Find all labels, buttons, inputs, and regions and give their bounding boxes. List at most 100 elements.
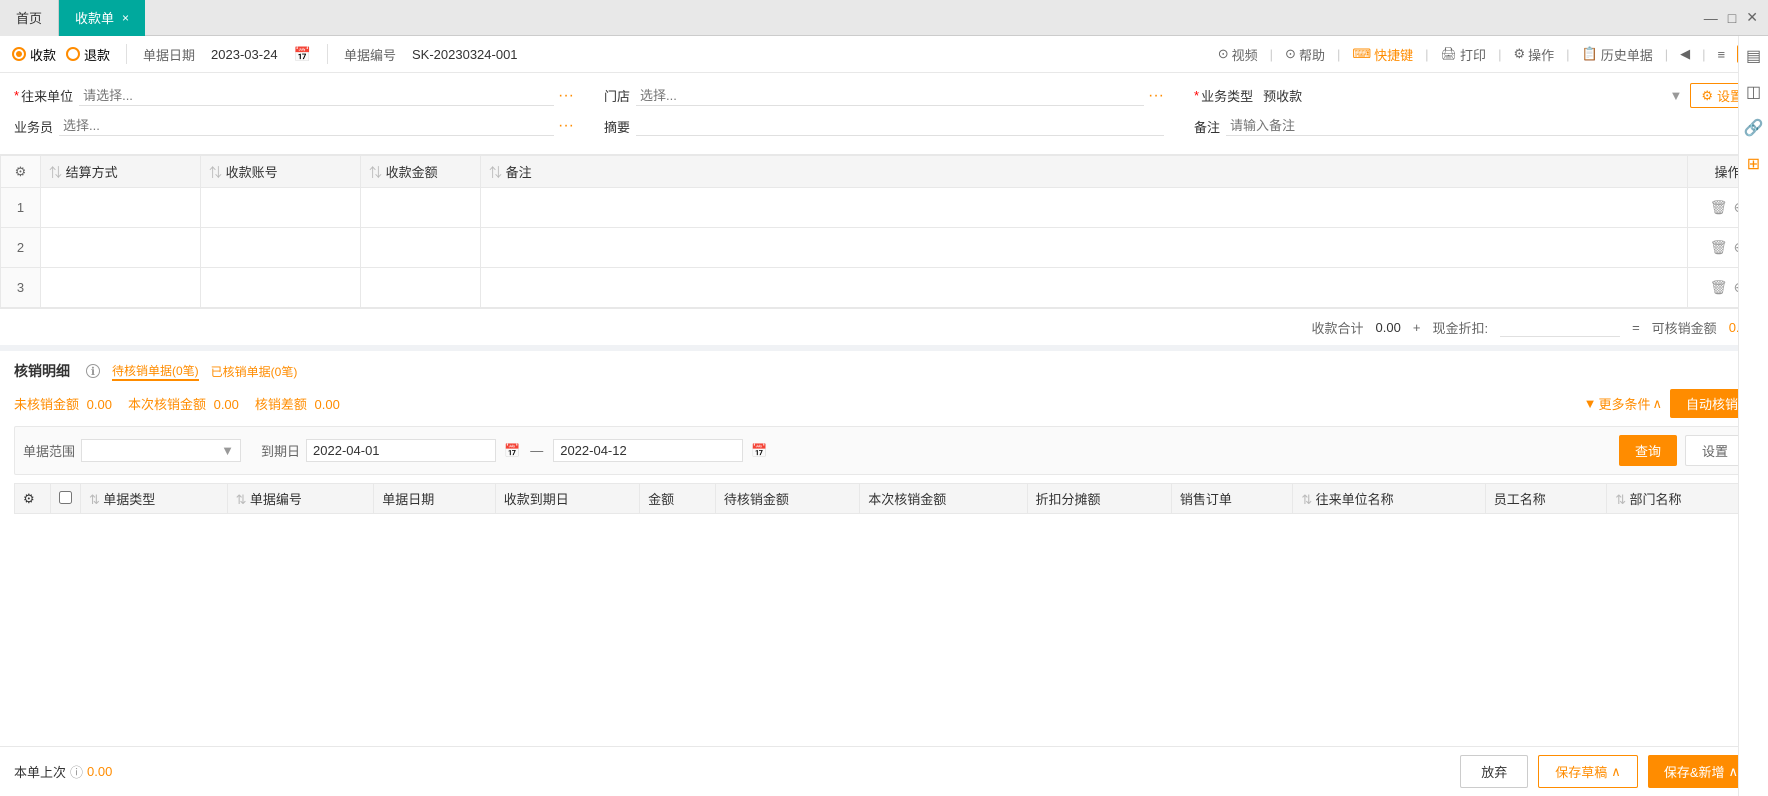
close-window-icon[interactable]: ✕: [1746, 9, 1758, 26]
save-new-arrow-icon: ∧: [1728, 764, 1738, 780]
table-row: 3 🗑 ⊕: [1, 268, 1768, 308]
section-info-icon[interactable]: ℹ: [86, 364, 100, 378]
delete-row-3-icon[interactable]: 🗑: [1710, 279, 1728, 296]
bottom-bar: 本单上次 ⓘ 0.00 放弃 保存草稿 ∧ 保存&新增 ∧: [0, 746, 1768, 796]
account-cell-2[interactable]: [201, 228, 361, 268]
store-more-icon[interactable]: ···: [1148, 87, 1164, 105]
row-num-1: 1: [1, 188, 41, 228]
done-tab[interactable]: 已核销单据(0笔): [211, 363, 298, 380]
available-label: 可核销金额: [1652, 318, 1717, 337]
sidebar-table-icon[interactable]: ▤: [1746, 46, 1761, 66]
col2-sales-header: 销售订单: [1171, 484, 1293, 514]
video-btn[interactable]: ⊙ 视频: [1218, 45, 1258, 64]
save-draft-btn[interactable]: 保存草稿 ∧: [1538, 755, 1638, 788]
number-value[interactable]: SK-20230324-001: [412, 47, 518, 62]
sidebar-sheet-icon[interactable]: ◫: [1746, 82, 1761, 102]
history-btn[interactable]: 📋 历史单据: [1582, 45, 1653, 64]
radio-receipt-dot: [12, 47, 26, 61]
remark-cell-2[interactable]: [481, 228, 1688, 268]
bottom-stat: 本单上次 ⓘ 0.00: [14, 762, 112, 781]
remark-cell-3[interactable]: [481, 268, 1688, 308]
date-from-input[interactable]: [306, 439, 496, 462]
sort-t2-p: ⇅: [1301, 492, 1312, 507]
biz-required: *: [1194, 88, 1199, 103]
col-settings-header[interactable]: ⚙: [1, 156, 41, 188]
minimize-icon[interactable]: —: [1704, 10, 1718, 26]
partner-more-icon[interactable]: ···: [558, 87, 574, 105]
help-btn[interactable]: ⊙ 帮助: [1285, 45, 1325, 64]
total-value: 0.00: [1376, 320, 1401, 335]
verify-settings-btn[interactable]: 设置: [1685, 435, 1745, 466]
sidebar-expand-icon[interactable]: ⊞: [1747, 154, 1760, 174]
select-all-checkbox[interactable]: [59, 491, 72, 504]
radio-refund-dot: [66, 47, 80, 61]
col2-settings-header[interactable]: ⚙: [15, 484, 51, 514]
range-label: 单据范围: [23, 441, 75, 460]
remarks-input[interactable]: [1226, 116, 1754, 136]
partner-input[interactable]: [79, 86, 554, 106]
biz-dropdown-icon[interactable]: ▼: [1669, 88, 1682, 103]
remark-cell-1[interactable]: [481, 188, 1688, 228]
row-num-3: 3: [1, 268, 41, 308]
sidebar-link-icon[interactable]: 🔗: [1744, 118, 1764, 138]
current-verify-stat: 本次核销金额 0.00: [128, 394, 239, 413]
account-cell-1[interactable]: [201, 188, 361, 228]
store-label: 门店: [604, 86, 630, 105]
tab-active[interactable]: 收款单 ×: [59, 0, 145, 36]
range-select[interactable]: ▼: [81, 439, 241, 462]
store-input[interactable]: [636, 86, 1144, 106]
video-icon: ⊙: [1218, 46, 1229, 62]
date-to-input[interactable]: [553, 439, 743, 462]
draft-arrow-icon: ∧: [1611, 764, 1621, 780]
tab-home-label: 首页: [16, 8, 42, 27]
col2-staff-header: 员工名称: [1485, 484, 1607, 514]
amount-cell-1[interactable]: [361, 188, 481, 228]
settle-cell-1[interactable]: [41, 188, 201, 228]
summary-input[interactable]: [636, 116, 1164, 136]
table2-settings-icon[interactable]: ⚙: [23, 491, 35, 506]
settle-cell-3[interactable]: [41, 268, 201, 308]
store-field: 门店 ···: [604, 86, 1164, 106]
pending-tab[interactable]: 待核销单据(0笔): [112, 362, 199, 381]
staff-input[interactable]: [59, 116, 554, 136]
history-icon: 📋: [1582, 46, 1598, 62]
calendar-icon[interactable]: 📅: [294, 46, 311, 63]
calendar-from-icon[interactable]: 📅: [504, 443, 520, 459]
biz-type-value: 预收款: [1263, 86, 1669, 105]
delete-row-1-icon[interactable]: 🗑: [1710, 199, 1728, 216]
abandon-btn[interactable]: 放弃: [1460, 755, 1528, 788]
shortcut-btn[interactable]: ⌨ 快捷键: [1352, 45, 1413, 64]
maximize-icon[interactable]: □: [1728, 10, 1736, 26]
calendar-to-icon[interactable]: 📅: [751, 443, 767, 459]
summary-field: 摘要: [604, 116, 1164, 136]
stat-info-icon[interactable]: ⓘ: [70, 762, 83, 781]
delete-row-2-icon[interactable]: 🗑: [1710, 239, 1728, 256]
amount-cell-2[interactable]: [361, 228, 481, 268]
print-btn[interactable]: 🖨 打印: [1441, 45, 1487, 64]
radio-refund[interactable]: 退款: [66, 45, 110, 64]
tab-home[interactable]: 首页: [0, 0, 59, 36]
section-title: 核销明细: [14, 361, 70, 381]
table-settings-icon[interactable]: ⚙: [15, 164, 27, 179]
discount-input[interactable]: [1500, 317, 1620, 337]
toolbar: 收款 退款 单据日期 2023-03-24 📅 单据编号 SK-20230324…: [0, 36, 1768, 73]
operation-btn[interactable]: ⚙ 操作: [1513, 45, 1554, 64]
amount-cell-3[interactable]: [361, 268, 481, 308]
view-list-icon[interactable]: ≡: [1718, 47, 1726, 62]
tab-close-icon[interactable]: ×: [122, 11, 129, 25]
bottom-actions: 放弃 保存草稿 ∧ 保存&新增 ∧: [1460, 755, 1754, 788]
account-cell-3[interactable]: [201, 268, 361, 308]
sort-t2-1: ⇅: [89, 492, 100, 507]
nav-prev-icon[interactable]: ◀: [1680, 46, 1690, 62]
col-account-header: ⇅ 收款账号: [201, 156, 361, 188]
settle-cell-2[interactable]: [41, 228, 201, 268]
radio-receipt[interactable]: 收款: [12, 45, 56, 64]
sort-icon2: ⇅: [209, 165, 222, 180]
more-conditions-btn[interactable]: ▼ 更多条件 ∧: [1584, 394, 1662, 413]
query-btn[interactable]: 查询: [1619, 435, 1677, 466]
staff-more-icon[interactable]: ···: [558, 117, 574, 135]
receipt-table: ⚙ ⇅ 结算方式 ⇅ 收款账号 ⇅ 收款金额 ⇅: [0, 155, 1768, 308]
date-label: 单据日期: [143, 45, 195, 64]
sort-icon: ⇅: [49, 165, 62, 180]
date-value[interactable]: 2023-03-24: [211, 47, 278, 62]
